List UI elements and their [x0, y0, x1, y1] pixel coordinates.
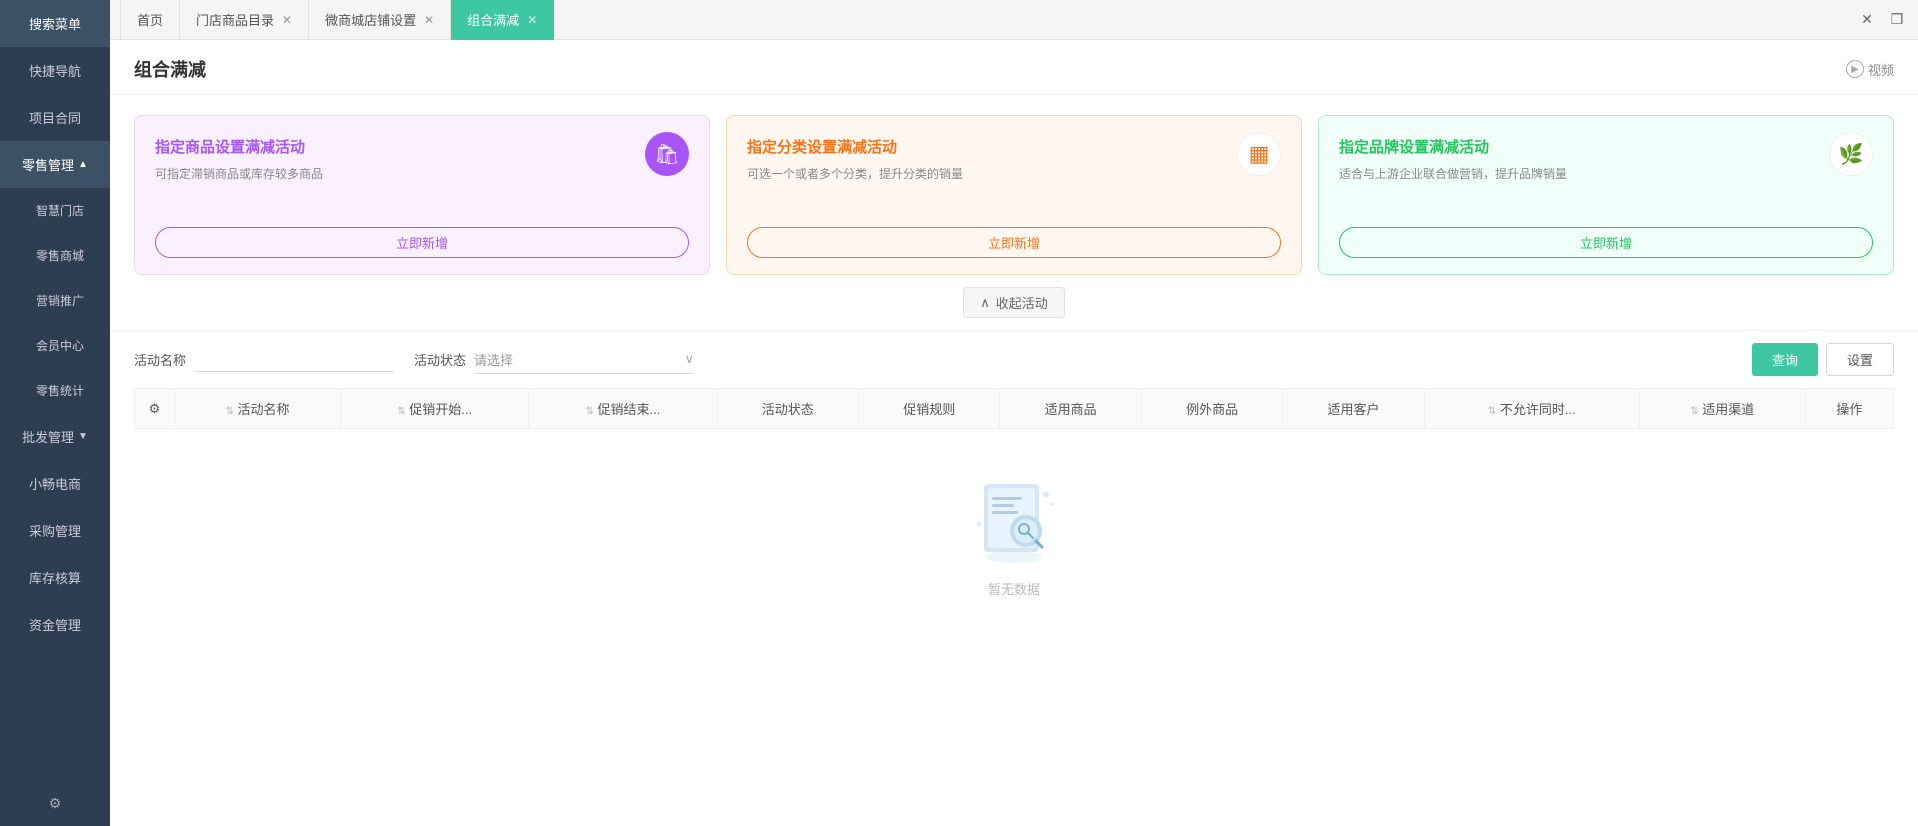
category-card-title: 指定分类设置满减活动	[747, 136, 1281, 157]
tab-close-product-catalog[interactable]: ✕	[282, 13, 292, 27]
filter-buttons: 查询 设置	[1752, 343, 1894, 376]
tab-product-catalog[interactable]: 门店商品目录 ✕	[180, 0, 309, 40]
sidebar-item-search-menu[interactable]: 搜索菜单	[0, 0, 110, 47]
sort-icon: ⇅	[586, 406, 594, 417]
chevron-down-icon: ▼	[78, 431, 88, 442]
brand-card-add-button[interactable]: 立即新增	[1339, 227, 1873, 258]
collapse-activity-button[interactable]: ∧ 收起活动	[963, 287, 1065, 318]
sidebar-item-project-contract[interactable]: 项目合同	[0, 94, 110, 141]
sidebar-item-retail-mall[interactable]: 零售商城	[0, 233, 110, 278]
filter-section: 活动名称 活动状态 请选择 ∨ 查询 设置	[110, 330, 1918, 388]
page-content: 组合满减 ▶ 视频 🛍 指定商品设置满减活动 可指定滞销商品或库存较多商品 立即…	[110, 40, 1918, 826]
tab-home[interactable]: 首页	[120, 0, 180, 40]
category-promo-card: ▦ 指定分类设置满减活动 可选一个或者多个分类，提升分类的销量 立即新增	[726, 115, 1302, 275]
sidebar-item-inventory[interactable]: 库存核算	[0, 554, 110, 601]
tab-bar: 首页 门店商品目录 ✕ 微商城店铺设置 ✕ 组合满减 ✕ ✕ ❐	[110, 0, 1918, 40]
gear-icon: ⚙	[49, 795, 62, 811]
brand-card-title: 指定品牌设置满减活动	[1339, 136, 1873, 157]
col-channel[interactable]: ⇅ 适用渠道	[1639, 389, 1805, 429]
table-body: 暂无数据	[135, 429, 1894, 619]
activity-status-filter: 活动状态 请选择 ∨	[414, 346, 694, 374]
product-card-add-button[interactable]: 立即新增	[155, 227, 689, 258]
sidebar-item-xiaochangec[interactable]: 小畅电商	[0, 460, 110, 507]
col-activity-name[interactable]: ⇅ 活动名称	[175, 389, 341, 429]
sort-icon: ⇅	[397, 406, 405, 417]
sort-icon: ⇅	[226, 406, 234, 417]
query-button[interactable]: 查询	[1752, 343, 1818, 376]
cards-row: 🛍 指定商品设置满减活动 可指定滞销商品或库存较多商品 立即新增 ▦ 指定分类设…	[134, 115, 1894, 275]
sidebar: 搜索菜单 快捷导航 项目合同 零售管理 ▲ 智慧门店 零售商城 营销推广 会员中…	[0, 0, 110, 826]
sidebar-item-retail-stats[interactable]: 零售统计	[0, 368, 110, 413]
settings-button[interactable]: 设置	[1826, 343, 1894, 376]
col-status: 活动状态	[717, 389, 858, 429]
tab-combo-discount[interactable]: 组合满减 ✕	[451, 0, 554, 40]
sidebar-item-wholesale-mgmt[interactable]: 批发管理 ▼	[0, 413, 110, 460]
collapse-bar: ∧ 收起活动	[110, 275, 1918, 330]
activity-status-label: 活动状态	[414, 350, 466, 369]
table-section: ⚙ ⇅ 活动名称 ⇅ 促销开始... ⇅ 促销结束...	[110, 388, 1918, 618]
cards-section: 🛍 指定商品设置满减活动 可指定滞销商品或库存较多商品 立即新增 ▦ 指定分类设…	[110, 95, 1918, 275]
page-header: 组合满减 ▶ 视频	[110, 40, 1918, 95]
sidebar-item-retail-mgmt[interactable]: 零售管理 ▲	[0, 141, 110, 188]
category-card-add-button[interactable]: 立即新增	[747, 227, 1281, 258]
tab-wechat-store[interactable]: 微商城店铺设置 ✕	[309, 0, 451, 40]
chevron-down-icon: ∨	[685, 351, 695, 367]
product-promo-card: 🛍 指定商品设置满减活动 可指定滞销商品或库存较多商品 立即新增	[134, 115, 710, 275]
activity-name-label: 活动名称	[134, 350, 186, 369]
category-card-desc: 可选一个或者多个分类，提升分类的销量	[747, 165, 1281, 213]
product-card-icon: 🛍	[645, 132, 689, 176]
activity-name-filter: 活动名称	[134, 348, 394, 372]
sort-icon: ⇅	[1690, 406, 1698, 417]
tab-restore-button[interactable]: ❐	[1886, 9, 1908, 31]
tab-close-all-button[interactable]: ✕	[1856, 9, 1878, 31]
col-promo-end[interactable]: ⇅ 促销结束...	[529, 389, 717, 429]
main-area: 首页 门店商品目录 ✕ 微商城店铺设置 ✕ 组合满减 ✕ ✕ ❐ 组合满减 ▶ …	[110, 0, 1918, 826]
sidebar-item-purchase-mgmt[interactable]: 采购管理	[0, 507, 110, 554]
sidebar-item-quick-nav[interactable]: 快捷导航	[0, 47, 110, 94]
col-except-products: 例外商品	[1141, 389, 1282, 429]
empty-illustration	[964, 469, 1064, 569]
play-icon: ▶	[1846, 60, 1864, 78]
empty-state: 暂无数据	[135, 429, 1894, 618]
sidebar-item-finance[interactable]: 资金管理	[0, 601, 110, 648]
category-card-icon: ▦	[1237, 132, 1281, 176]
brand-card-desc: 适合与上游企业联合做营销，提升品牌销量	[1339, 165, 1873, 213]
tab-close-combo-discount[interactable]: ✕	[527, 13, 537, 27]
gear-icon: ⚙	[149, 401, 161, 416]
product-card-title: 指定商品设置满减活动	[155, 136, 689, 157]
sidebar-item-smart-store[interactable]: 智慧门店	[0, 188, 110, 233]
table-empty-row: 暂无数据	[135, 429, 1894, 619]
col-rules: 促销规则	[859, 389, 1000, 429]
chevron-up-icon: ∧	[980, 295, 990, 311]
tab-close-wechat-store[interactable]: ✕	[424, 13, 434, 27]
col-operation: 操作	[1805, 389, 1893, 429]
product-card-desc: 可指定滞销商品或库存较多商品	[155, 165, 689, 213]
empty-text: 暂无数据	[988, 579, 1040, 598]
activity-status-select[interactable]: 请选择 ∨	[474, 346, 694, 374]
col-customers: 适用客户	[1283, 389, 1424, 429]
col-promo-start[interactable]: ⇅ 促销开始...	[341, 389, 529, 429]
brand-card-icon: 🌿	[1829, 132, 1873, 176]
table-header-row: ⚙ ⇅ 活动名称 ⇅ 促销开始... ⇅ 促销结束...	[135, 389, 1894, 429]
chevron-up-icon: ▲	[78, 159, 88, 170]
page-title: 组合满减	[134, 56, 206, 82]
brand-promo-card: 🌿 指定品牌设置满减活动 适合与上游企业联合做营销，提升品牌销量 立即新增	[1318, 115, 1894, 275]
col-products: 适用商品	[1000, 389, 1141, 429]
data-table: ⚙ ⇅ 活动名称 ⇅ 促销开始... ⇅ 促销结束...	[134, 388, 1894, 618]
col-settings[interactable]: ⚙	[135, 389, 175, 429]
activity-name-input[interactable]	[194, 348, 394, 372]
tab-bar-controls: ✕ ❐	[1856, 9, 1908, 31]
sidebar-item-member-center[interactable]: 会员中心	[0, 323, 110, 368]
sort-icon: ⇅	[1488, 406, 1496, 417]
sidebar-item-marketing[interactable]: 营销推广	[0, 278, 110, 323]
video-link[interactable]: ▶ 视频	[1846, 60, 1894, 79]
col-no-same-time[interactable]: ⇅ 不允许同时...	[1424, 389, 1639, 429]
sidebar-settings-button[interactable]: ⚙	[0, 781, 110, 826]
